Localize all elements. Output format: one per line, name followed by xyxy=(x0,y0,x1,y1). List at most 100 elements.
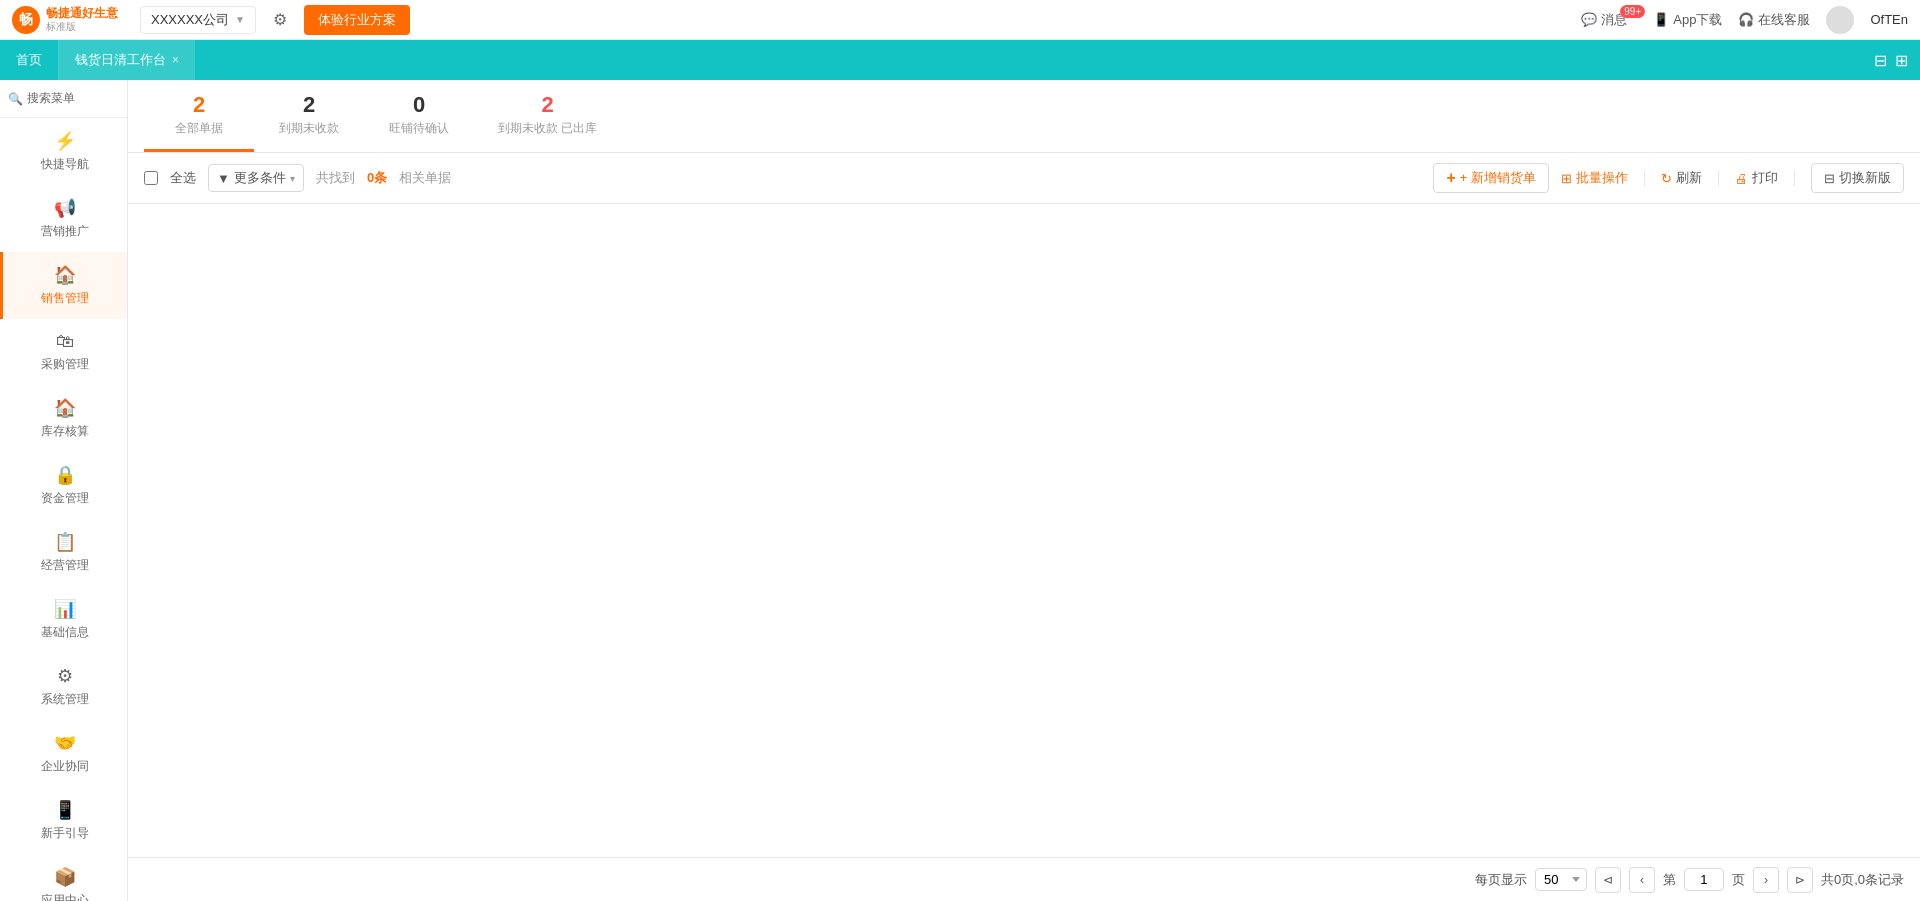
message-icon: 💬 xyxy=(1581,12,1597,27)
filter-icon: ▼ xyxy=(217,171,230,186)
sidebar-label-inventory: 库存核算 xyxy=(41,423,89,440)
trial-button[interactable]: 体验行业方案 xyxy=(304,5,410,35)
sidebar-label-operation: 经营管理 xyxy=(41,557,89,574)
sidebar-label-app-center: 应用中心 xyxy=(41,892,89,901)
found-suffix: 相关单据 xyxy=(399,169,451,187)
sales-icon: 🏠 xyxy=(54,264,76,286)
tab-close-icon[interactable]: × xyxy=(172,53,179,67)
per-page-label: 每页显示 xyxy=(1475,871,1527,889)
header-right: 💬 消息 99+ 📱 App下载 🎧 在线客服 OfTEn xyxy=(1571,6,1908,34)
sidebar-item-basic-info[interactable]: 📊 基础信息 xyxy=(0,586,127,653)
capital-icon: 🔒 xyxy=(54,464,76,486)
stat-tab-unshipped[interactable]: 2 到期未收款 已出库 xyxy=(474,80,621,152)
page-prefix: 第 xyxy=(1663,871,1676,889)
logo-sub: 标准版 xyxy=(46,21,118,33)
search-icon: 🔍 xyxy=(8,92,23,106)
chevron-down-icon: ▼ xyxy=(235,14,245,25)
refresh-label: 刷新 xyxy=(1676,169,1702,187)
guide-icon: 📱 xyxy=(54,799,76,821)
stat-label-unshipped: 到期未收款 已出库 xyxy=(498,120,597,137)
select-all-checkbox[interactable] xyxy=(144,171,158,185)
online-service-button[interactable]: 🎧 在线客服 xyxy=(1738,11,1810,29)
sidebar-label-capital: 资金管理 xyxy=(41,490,89,507)
switch-label: 切换新版 xyxy=(1839,169,1891,187)
found-prefix: 共找到 xyxy=(316,169,355,187)
minimize-icon[interactable]: ⊟ xyxy=(1874,51,1887,70)
user-name: OfTEn xyxy=(1870,12,1908,27)
tab-bar: 首页 钱货日清工作台 × ⊟ ⊞ xyxy=(0,40,1920,80)
stat-num-overdue: 2 xyxy=(303,92,315,118)
system-icon: ⚙ xyxy=(57,665,73,687)
app-center-icon: 📦 xyxy=(54,866,76,888)
sidebar-item-operation[interactable]: 📋 经营管理 xyxy=(0,519,127,586)
batch-op-button[interactable]: ⊞ 批量操作 xyxy=(1561,169,1628,187)
sidebar-item-inventory[interactable]: 🏠 库存核算 xyxy=(0,385,127,452)
inventory-icon: 🏠 xyxy=(54,397,76,419)
stat-tab-wangpu[interactable]: 0 旺铺待确认 xyxy=(364,80,474,152)
next-page-button[interactable]: › xyxy=(1753,867,1779,893)
prev-page-button[interactable]: ‹ xyxy=(1629,867,1655,893)
sidebar-item-guide[interactable]: 📱 新手引导 xyxy=(0,787,127,854)
logo-main: 畅捷通好生意 xyxy=(46,6,118,20)
plus-icon: + xyxy=(1446,169,1455,187)
sidebar-item-marketing[interactable]: 📢 营销推广 xyxy=(0,185,127,252)
sidebar-label-quick-nav: 快捷导航 xyxy=(41,156,89,173)
sidebar-label-cooperation: 企业协同 xyxy=(41,758,89,775)
sidebar-item-quick-nav[interactable]: ⚡ 快捷导航 xyxy=(0,118,127,185)
tab-bar-actions: ⊟ ⊞ xyxy=(1874,51,1920,70)
sidebar: 🔍 搜索菜单 ⚡ 快捷导航 📢 营销推广 🏠 销售管理 🛍 采购管理 🏠 库存核… xyxy=(0,80,128,901)
toolbar-right: + + 新增销货单 ⊞ 批量操作 ↻ 刷新 🖨 打印 xyxy=(1433,163,1904,193)
first-page-button[interactable]: ⊲ xyxy=(1595,867,1621,893)
page-input[interactable] xyxy=(1684,868,1724,891)
stat-label-all: 全部单据 xyxy=(175,120,223,137)
stat-label-overdue: 到期未收款 xyxy=(279,120,339,137)
divider-1 xyxy=(1644,170,1645,186)
refresh-button[interactable]: ↻ 刷新 xyxy=(1661,169,1702,187)
maximize-icon[interactable]: ⊞ xyxy=(1895,51,1908,70)
pagination: 每页显示 50 100 200 ⊲ ‹ 第 页 › ⊳ 共0页,0条记录 xyxy=(128,857,1920,901)
marketing-icon: 📢 xyxy=(54,197,76,219)
batch-icon: ⊞ xyxy=(1561,171,1572,186)
content-area: 2 全部单据 2 到期未收款 0 旺铺待确认 2 到期未收款 已出库 全选 ▼ xyxy=(128,80,1920,901)
sidebar-item-cooperation[interactable]: 🤝 企业协同 xyxy=(0,720,127,787)
message-button[interactable]: 💬 消息 99+ xyxy=(1571,11,1637,29)
tab-label: 钱货日清工作台 xyxy=(75,51,166,69)
sidebar-item-capital[interactable]: 🔒 资金管理 xyxy=(0,452,127,519)
avatar[interactable] xyxy=(1826,6,1854,34)
switch-icon: ⊟ xyxy=(1824,171,1835,186)
sidebar-item-sales[interactable]: 🏠 销售管理 xyxy=(0,252,127,319)
company-name: XXXXXX公司 xyxy=(151,11,229,29)
last-page-button[interactable]: ⊳ xyxy=(1787,867,1813,893)
print-label: 打印 xyxy=(1752,169,1778,187)
stat-tab-all[interactable]: 2 全部单据 xyxy=(144,80,254,152)
new-sale-button[interactable]: + + 新增销货单 xyxy=(1433,163,1549,193)
per-page-select[interactable]: 50 100 200 xyxy=(1535,868,1587,891)
new-sale-label: + 新增销货单 xyxy=(1460,169,1536,187)
app-download-button[interactable]: 📱 App下载 xyxy=(1653,11,1722,29)
chevron-down-icon: ▾ xyxy=(290,173,295,184)
settings-icon[interactable]: ⚙ xyxy=(264,4,296,36)
stats-tabs: 2 全部单据 2 到期未收款 0 旺铺待确认 2 到期未收款 已出库 xyxy=(128,80,1920,153)
page-suffix: 页 xyxy=(1732,871,1745,889)
tab-home[interactable]: 首页 xyxy=(0,40,59,80)
toolbar: 全选 ▼ 更多条件 ▾ 共找到 0条 相关单据 + + 新增销货单 ⊞ 批量操作 xyxy=(128,153,1920,204)
filter-button[interactable]: ▼ 更多条件 ▾ xyxy=(208,164,304,192)
print-button[interactable]: 🖨 打印 xyxy=(1735,169,1778,187)
stat-tab-overdue[interactable]: 2 到期未收款 xyxy=(254,80,364,152)
sidebar-item-app-center[interactable]: 📦 应用中心 xyxy=(0,854,127,901)
tab-current[interactable]: 钱货日清工作台 × xyxy=(59,40,195,80)
filter-label: 更多条件 xyxy=(234,169,286,187)
search-menu[interactable]: 🔍 搜索菜单 xyxy=(0,80,127,118)
print-icon: 🖨 xyxy=(1735,171,1748,186)
app-download-label: App下载 xyxy=(1673,11,1722,29)
sidebar-item-purchase[interactable]: 🛍 采购管理 xyxy=(0,319,127,385)
switch-version-button[interactable]: ⊟ 切换新版 xyxy=(1811,163,1904,193)
top-header: 畅 畅捷通好生意 标准版 XXXXXX公司 ▼ ⚙ 体验行业方案 💬 消息 99… xyxy=(0,0,1920,40)
sidebar-label-sales: 销售管理 xyxy=(41,290,89,307)
main-layout: 🔍 搜索菜单 ⚡ 快捷导航 📢 营销推广 🏠 销售管理 🛍 采购管理 🏠 库存核… xyxy=(0,80,1920,901)
message-badge: 99+ xyxy=(1620,5,1645,18)
stat-label-wangpu: 旺铺待确认 xyxy=(389,120,449,137)
sidebar-item-system[interactable]: ⚙ 系统管理 xyxy=(0,653,127,720)
batch-label: 批量操作 xyxy=(1576,169,1628,187)
company-selector[interactable]: XXXXXX公司 ▼ xyxy=(140,6,256,34)
